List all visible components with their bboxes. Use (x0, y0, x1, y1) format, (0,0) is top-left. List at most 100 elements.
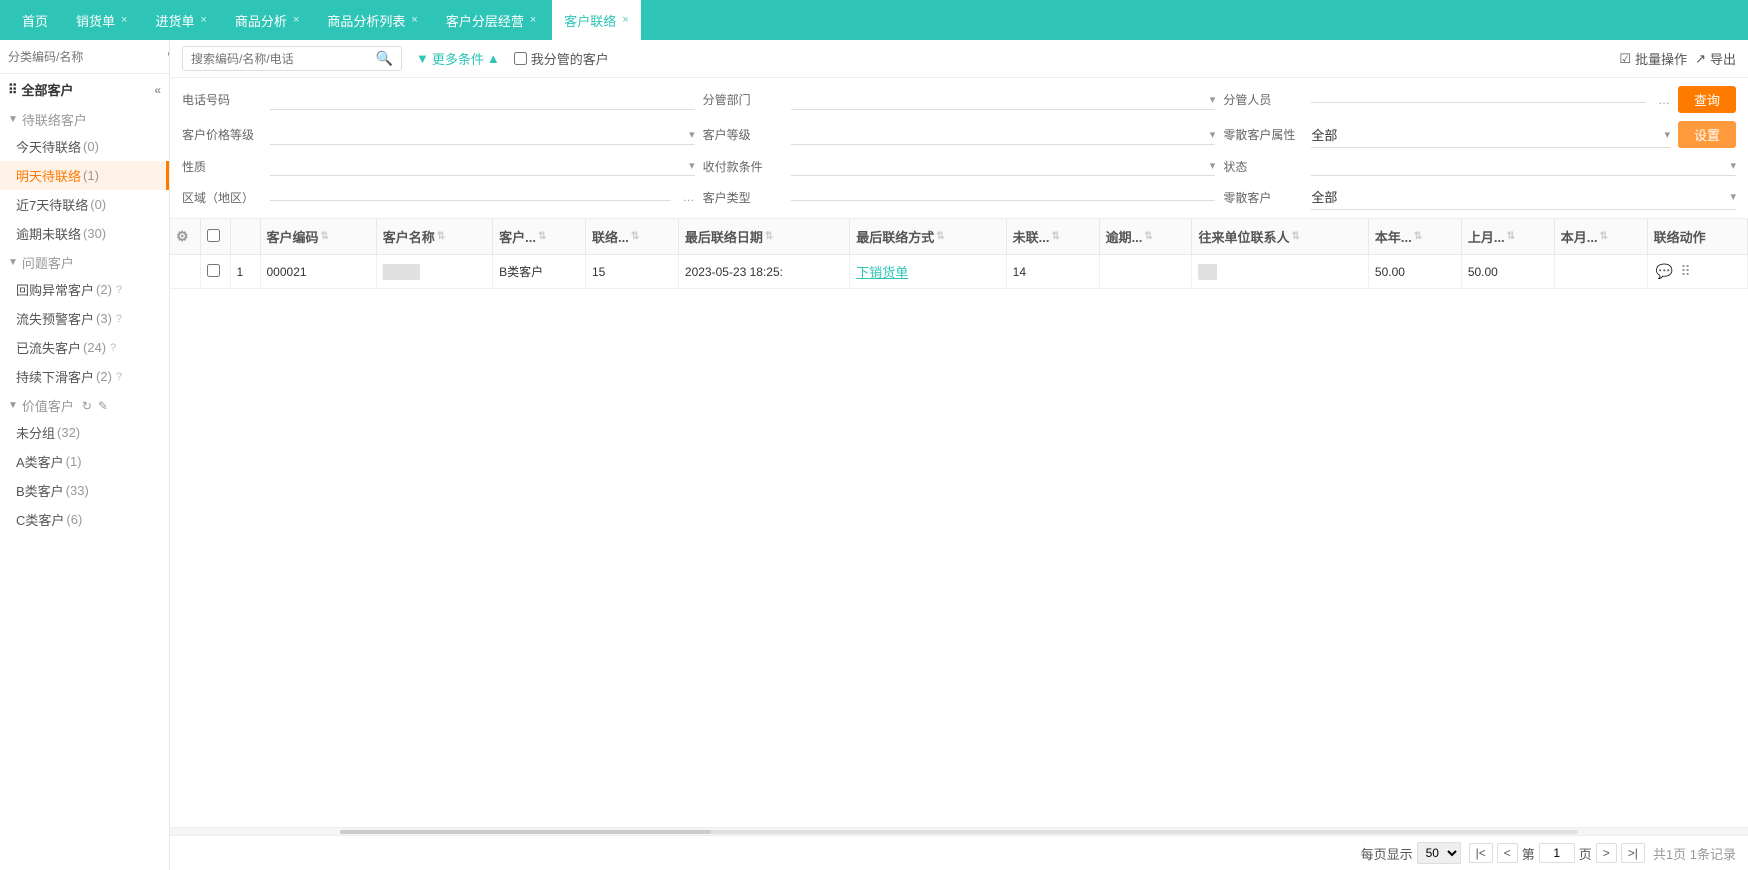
nav-customer-tiering[interactable]: 客户分层经营 × (434, 0, 548, 40)
help-icon-4[interactable]: ? (116, 371, 122, 383)
nav-sales-order[interactable]: 销货单 × (64, 0, 139, 40)
nav-product-analysis-list[interactable]: 商品分析列表 × (315, 0, 429, 40)
sidebar-search-input[interactable] (8, 50, 163, 64)
last-page-btn[interactable]: >| (1621, 843, 1645, 863)
close-customer-contact-icon[interactable]: × (622, 14, 628, 26)
my-customers-checkbox[interactable] (514, 52, 527, 65)
price-level-select[interactable]: ▾ (270, 125, 695, 145)
close-purchase-order-icon[interactable]: × (200, 14, 206, 26)
sort-icon-this-year: ⇅ (1414, 231, 1422, 242)
col-name[interactable]: 客户名称 ⇅ (376, 219, 492, 255)
col-last-method[interactable]: 最后联络方式 ⇅ (850, 219, 1006, 255)
retail-attr-select[interactable]: 全部 ▾ (1311, 122, 1670, 148)
nav-product-analysis[interactable]: 商品分析 × (223, 0, 311, 40)
main-search-input[interactable] (191, 52, 372, 66)
first-page-btn[interactable]: |< (1469, 843, 1493, 863)
gender-select[interactable]: ▾ (270, 156, 695, 176)
sidebar-item-repurchase-abnormal[interactable]: 回购异常客户 (2) ? (0, 275, 169, 304)
row-checkbox[interactable] (207, 264, 220, 277)
status-select[interactable]: ▾ (1311, 156, 1736, 176)
close-product-analysis-icon[interactable]: × (293, 14, 299, 26)
unit-contacts-masked: ██ (1198, 264, 1216, 279)
settings-btn[interactable]: 设置 (1678, 121, 1736, 148)
col-overdue[interactable]: 逾期... ⇅ (1099, 219, 1192, 255)
horizontal-scrollbar[interactable] (170, 827, 1748, 835)
close-product-analysis-list-icon[interactable]: × (411, 14, 417, 26)
sidebar-item-lost-warning[interactable]: 流失预警客户 (3) ? (0, 304, 169, 333)
dept-select[interactable]: ▾ (791, 90, 1216, 110)
sidebar-collapse-btn[interactable]: « (154, 83, 161, 97)
sidebar-item-ungroup[interactable]: 未分组 (32) (0, 418, 169, 447)
batch-ops-btn[interactable]: ☑ 批量操作 (1619, 49, 1687, 68)
action-more-icon[interactable]: ⠿ (1680, 263, 1690, 279)
page-number-input[interactable] (1539, 843, 1575, 863)
sidebar-item-overdue-contact[interactable]: 逾期未联络 (30) (0, 219, 169, 248)
col-last-month[interactable]: 上月... ⇅ (1461, 219, 1554, 255)
col-type[interactable]: 客户... ⇅ (493, 219, 586, 255)
nav-customer-contact[interactable]: 客户联络 × (552, 0, 640, 40)
close-sales-order-icon[interactable]: × (121, 14, 127, 26)
sidebar-item-tomorrow-contact[interactable]: 明天待联络 (1) (0, 161, 169, 190)
retail-customer-select[interactable]: 全部 ▾ (1311, 184, 1736, 210)
prev-page-btn[interactable]: < (1497, 843, 1518, 863)
col-this-month[interactable]: 本月... ⇅ (1554, 219, 1647, 255)
sidebar-item-class-a[interactable]: A类客户 (1) (0, 447, 169, 476)
help-icon-2[interactable]: ? (116, 313, 122, 325)
triangle-down-icon-2: ▼ (8, 257, 18, 268)
phone-input[interactable] (270, 89, 695, 110)
edit-icon[interactable]: ✎ (98, 399, 108, 413)
sidebar-all-customers-header: ⠿ 全部客户 « (0, 74, 169, 105)
select-all-checkbox[interactable] (207, 229, 220, 242)
more-conditions-btn[interactable]: ▼ 更多条件 ▲ (410, 46, 506, 71)
refresh-icon[interactable]: ↻ (82, 399, 92, 413)
filter-row-retail-attr: 零散客户属性 全部 ▾ 设置 (1223, 121, 1736, 148)
help-icon-3[interactable]: ? (110, 342, 116, 354)
my-customers-checkbox-container[interactable]: 我分管的客户 (514, 49, 609, 68)
nav-home[interactable]: 首页 (10, 0, 60, 40)
total-records: 共1页 1条记录 (1653, 844, 1736, 863)
help-icon-1[interactable]: ? (116, 284, 122, 296)
col-unit-contacts[interactable]: 往来单位联系人 ⇅ (1192, 219, 1368, 255)
sort-icon-last-month: ⇅ (1507, 231, 1515, 242)
last-method-link[interactable]: 下销货单 (856, 265, 908, 280)
query-btn[interactable]: 查询 (1678, 86, 1736, 113)
sort-icon-this-month: ⇅ (1600, 231, 1608, 242)
sidebar-item-class-c[interactable]: C类客户 (6) (0, 505, 169, 534)
next-page-btn[interactable]: > (1596, 843, 1617, 863)
filter-row-phone: 电话号码 (182, 86, 695, 113)
person-select[interactable] (1311, 96, 1646, 103)
payment-select[interactable]: ▾ (791, 156, 1216, 176)
customer-level-select[interactable]: ▾ (791, 125, 1216, 145)
sidebar-item-class-b[interactable]: B类客户 (33) (0, 476, 169, 505)
close-customer-tiering-icon[interactable]: × (530, 14, 536, 26)
sidebar-item-lost-customer[interactable]: 已流失客户 (24) ? (0, 333, 169, 362)
col-gear: ⚙ (170, 219, 200, 255)
col-no-contact[interactable]: 未联... ⇅ (1006, 219, 1099, 255)
retail-attr-chevron-icon: ▾ (1664, 128, 1670, 141)
col-code[interactable]: 客户编码 ⇅ (260, 219, 376, 255)
row-last-month-cell: 50.00 (1461, 255, 1554, 289)
sidebar-item-declining-customer[interactable]: 持续下滑客户 (2) ? (0, 362, 169, 391)
filter-row-region: 区域（地区） … (182, 184, 695, 210)
export-btn[interactable]: ↗ 导出 (1695, 49, 1736, 68)
col-actions: 联络动作 (1647, 219, 1747, 255)
region-select[interactable] (270, 194, 671, 201)
main-search-icon[interactable]: 🔍 (376, 50, 393, 67)
action-contact-icon[interactable]: 💬 (1656, 263, 1673, 279)
sort-icon-last-method: ⇅ (936, 231, 944, 242)
row-last-method-cell: 下销货单 (850, 255, 1006, 289)
table-gear-icon[interactable]: ⚙ (176, 228, 189, 244)
sidebar-item-today-contact[interactable]: 今天待联络 (0) (0, 132, 169, 161)
page-size-select[interactable]: 50 (1417, 842, 1461, 864)
sidebar-item-week-contact[interactable]: 近7天待联络 (0) (0, 190, 169, 219)
col-this-year[interactable]: 本年... ⇅ (1368, 219, 1461, 255)
nav-purchase-order[interactable]: 进货单 × (143, 0, 218, 40)
filter-row-price-level: 客户价格等级 ▾ (182, 121, 695, 148)
person-ellipsis[interactable]: … (1658, 93, 1670, 107)
col-contacts[interactable]: 联络... ⇅ (586, 219, 679, 255)
region-ellipsis[interactable]: … (683, 190, 695, 204)
col-last-date[interactable]: 最后联络日期 ⇅ (678, 219, 849, 255)
price-level-chevron-icon: ▾ (689, 128, 695, 141)
customer-type-select[interactable] (791, 194, 1216, 201)
row-this-year-cell: 50.00 (1368, 255, 1461, 289)
